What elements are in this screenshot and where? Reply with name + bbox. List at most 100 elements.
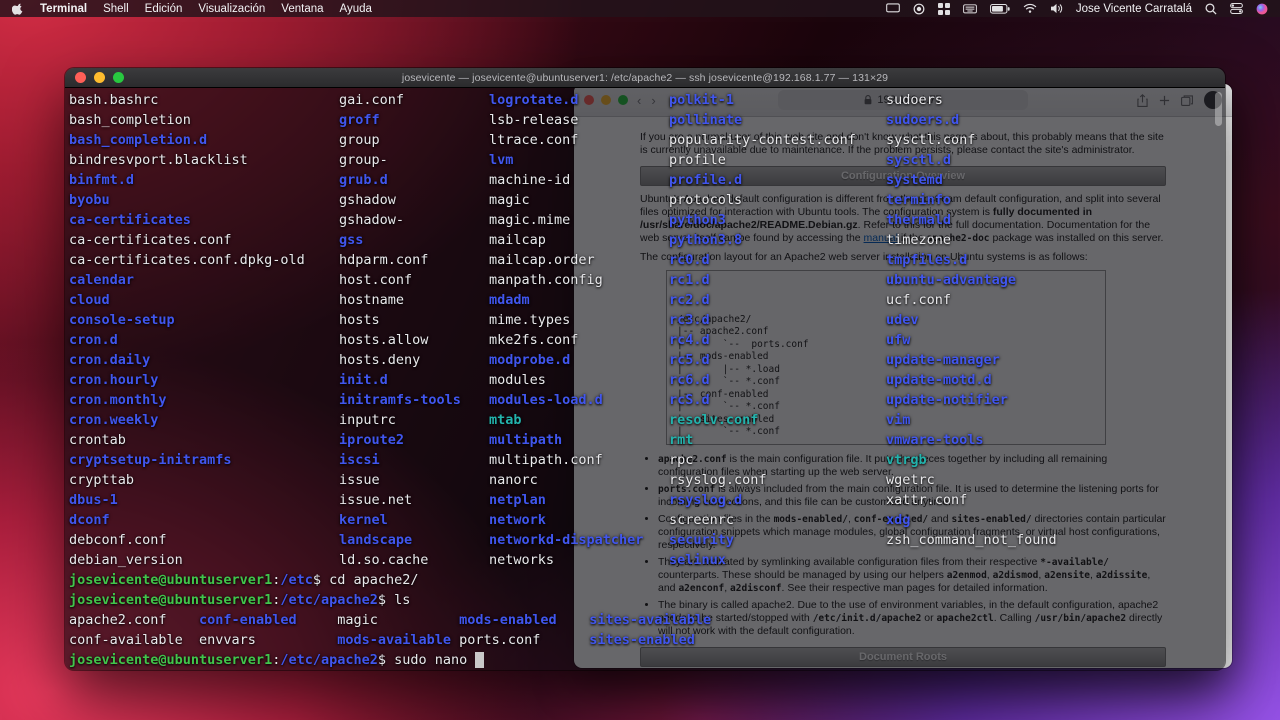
file-entry: sysctl.conf	[886, 132, 976, 148]
file-entry: rc4.d	[669, 332, 710, 348]
file-entry: cron.d	[69, 332, 118, 348]
battery-icon[interactable]	[989, 3, 1010, 14]
file-entry: cron.monthly	[69, 392, 167, 408]
file-entry: networkd-dispatcher	[489, 532, 644, 548]
file-entry: bash_completion	[69, 112, 191, 128]
terminal-scrollbar[interactable]	[1215, 92, 1222, 126]
file-entry: init.d	[339, 372, 388, 388]
file-entry: cron.hourly	[69, 372, 159, 388]
ls-column-2: gai.conf groff group group-grub.d gshadow gsh…	[339, 90, 461, 570]
file-entry: mdadm	[489, 292, 530, 308]
file-entry: magic.mime	[489, 212, 571, 228]
file-entry: hosts	[339, 312, 380, 328]
file-entry: lvm	[489, 152, 514, 168]
file-entry: zsh_command_not_found	[886, 532, 1057, 548]
file-entry: update-notifier	[886, 392, 1008, 408]
search-icon[interactable]	[1205, 2, 1217, 15]
menu-item[interactable]: Shell	[103, 3, 129, 15]
file-entry: gai.conf	[339, 92, 405, 108]
file-entry: rpc	[669, 452, 694, 468]
record-icon[interactable]	[913, 3, 925, 15]
apple-icon[interactable]	[12, 2, 24, 16]
file-entry: xdg	[886, 512, 911, 528]
file-entry: mailcap	[489, 232, 546, 248]
file-entry: debian_version	[69, 552, 183, 568]
file-entry: inputrc	[339, 412, 396, 428]
file-entry: debconf.conf	[69, 532, 167, 548]
keyboard-icon[interactable]	[962, 3, 977, 14]
file-entry: rc0.d	[669, 252, 710, 268]
file-entry: cron.weekly	[69, 412, 159, 428]
file-entry: hosts.deny	[339, 352, 421, 368]
file-entry: wgetrc	[886, 472, 935, 488]
menu-item[interactable]: Ayuda	[340, 3, 372, 15]
file-entry: bash.bashrc	[69, 92, 159, 108]
file-entry: xattr.conf	[886, 492, 968, 508]
file-entry: network	[489, 512, 546, 528]
file-entry: iscsi	[339, 452, 380, 468]
menu-app-name[interactable]: Terminal	[40, 3, 87, 15]
file-entry: gshadow	[339, 192, 396, 208]
file-entry: cryptsetup-initramfs	[69, 452, 232, 468]
file-entry: netplan	[489, 492, 546, 508]
file-entry: vtrgb	[886, 452, 927, 468]
menu-username[interactable]: Jose Vicente Carratalá	[1076, 3, 1192, 15]
file-entry: calendar	[69, 272, 135, 288]
volume-icon[interactable]	[1050, 3, 1063, 14]
file-entry: profile	[669, 152, 726, 168]
terminal-minimize-button[interactable]	[94, 72, 105, 83]
file-entry: mtab	[489, 412, 522, 428]
file-entry: ltrace.conf	[489, 132, 579, 148]
file-entry: protocols	[669, 192, 743, 208]
file-entry: profile.d	[669, 172, 743, 188]
file-entry: groff	[339, 112, 380, 128]
file-entry: landscape	[339, 532, 413, 548]
file-entry: rc1.d	[669, 272, 710, 288]
terminal-titlebar[interactable]: josevicente — josevicente@ubuntuserver1:…	[65, 68, 1225, 88]
display-icon[interactable]	[886, 3, 900, 14]
wifi-icon[interactable]	[1023, 3, 1037, 14]
file-entry: popularity-contest.conf	[669, 132, 856, 148]
file-entry: update-motd.d	[886, 372, 992, 388]
file-entry: bindresvport.blacklist	[69, 152, 248, 168]
menu-bar: Terminal Shell Edición Visualización Ventan…	[0, 0, 1280, 17]
file-entry: byobu	[69, 192, 110, 208]
file-entry: modprobe.d	[489, 352, 571, 368]
file-entry: vmware-tools	[886, 432, 984, 448]
terminal-prompt-line: josevicente@ubuntuserver1:/etc/apache2$ …	[69, 650, 1215, 670]
terminal-zoom-button[interactable]	[113, 72, 124, 83]
menu-item[interactable]: Edición	[145, 3, 183, 15]
menu-item[interactable]: Ventana	[281, 3, 323, 15]
file-entry: hdparm.conf	[339, 252, 429, 268]
file-entry: sudoers.d	[886, 112, 960, 128]
siri-icon[interactable]	[1256, 3, 1268, 15]
file-entry: issue.net	[339, 492, 413, 508]
control-center-icon[interactable]	[1230, 3, 1243, 14]
terminal-body[interactable]: bash.bashrc bash_completion bash_completio…	[65, 88, 1225, 670]
file-entry: sysctl.d	[886, 152, 952, 168]
terminal-close-button[interactable]	[75, 72, 86, 83]
terminal-output-line: apache2.conf conf-enabled magic mods-ena…	[69, 612, 712, 628]
file-entry: security	[669, 532, 735, 548]
file-entry: initramfs-tools	[339, 392, 461, 408]
file-entry: terminfo	[886, 192, 952, 208]
file-entry: pollinate	[669, 112, 743, 128]
file-entry: dbus-1	[69, 492, 118, 508]
menu-items: Shell Edición Visualización Ventana Ayuda	[103, 3, 372, 15]
file-entry: rc5.d	[669, 352, 710, 368]
file-entry: sudoers	[886, 92, 943, 108]
menu-item[interactable]: Visualización	[198, 3, 265, 15]
file-entry: issue	[339, 472, 380, 488]
file-entry: update-manager	[886, 352, 1000, 368]
terminal-window-title: josevicente — josevicente@ubuntuserver1:…	[401, 71, 889, 84]
file-entry: crontab	[69, 432, 126, 448]
file-entry: rc6.d	[669, 372, 710, 388]
file-entry: mailcap.order	[489, 252, 595, 268]
file-entry: python3.8	[669, 232, 743, 248]
file-entry: group	[339, 132, 380, 148]
file-entry: rc3.d	[669, 312, 710, 328]
file-entry: ubuntu-advantage	[886, 272, 1017, 288]
file-entry: machine-id	[489, 172, 571, 188]
file-entry: rsyslog.conf	[669, 472, 767, 488]
grid-icon[interactable]	[937, 2, 950, 15]
